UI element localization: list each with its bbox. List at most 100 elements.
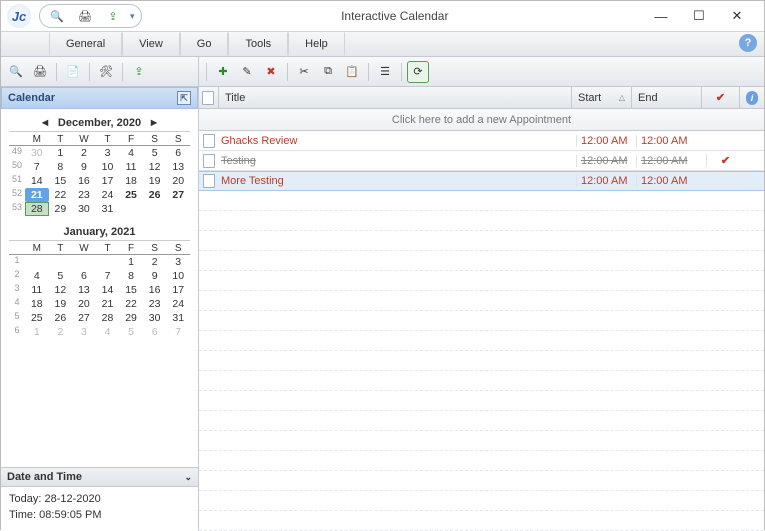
calendar-day[interactable]: 7 [25, 160, 49, 174]
column-info[interactable]: i [740, 87, 764, 108]
calendar-day[interactable]: 1 [25, 325, 49, 339]
calendar-day[interactable]: 29 [49, 202, 73, 216]
calendar-day[interactable]: 20 [166, 174, 190, 188]
calendar-day[interactable]: 19 [49, 297, 73, 311]
calendar-day[interactable]: 22 [119, 297, 143, 311]
print-icon[interactable]: 🖨 [74, 5, 96, 27]
menu-go[interactable]: Go [180, 32, 229, 56]
calendar-day[interactable]: 29 [119, 311, 143, 325]
calendar-day[interactable]: 18 [25, 297, 49, 311]
calendar-day[interactable]: 4 [96, 325, 120, 339]
calendar-day[interactable]: 3 [96, 146, 120, 160]
calendar-day[interactable]: 18 [119, 174, 143, 188]
calendar-day[interactable]: 6 [72, 269, 96, 283]
menu-view[interactable]: View [122, 32, 180, 56]
export-icon[interactable]: ⇪ [102, 5, 124, 27]
calendar-day[interactable]: 4 [119, 146, 143, 160]
calendar-day[interactable]: 9 [143, 269, 167, 283]
column-start[interactable]: Start△ [572, 87, 632, 108]
calendar-day[interactable]: 7 [166, 325, 190, 339]
calendar-day[interactable]: 15 [119, 283, 143, 297]
column-title[interactable]: Title [219, 87, 572, 108]
search-icon[interactable]: 🔍 [46, 5, 68, 27]
calendar-day[interactable]: 14 [25, 174, 49, 188]
copy-icon[interactable]: ⧉ [317, 61, 339, 83]
calendar-day[interactable]: 30 [143, 311, 167, 325]
calendar-day[interactable]: 10 [96, 160, 120, 174]
column-icon[interactable] [199, 87, 219, 108]
close-button[interactable]: ✕ [724, 6, 750, 26]
calendar-day[interactable]: 14 [96, 283, 120, 297]
calendar-day[interactable]: 7 [96, 269, 120, 283]
calendar-day[interactable]: 28 [96, 311, 120, 325]
calendar-day[interactable]: 13 [72, 283, 96, 297]
maximize-button[interactable]: ☐ [686, 6, 712, 26]
table-row[interactable]: Ghacks Review12:00 AM12:00 AM [199, 131, 764, 151]
menu-tools[interactable]: Tools [228, 32, 288, 56]
calendar-day[interactable]: 6 [143, 325, 167, 339]
calendar-day[interactable]: 30 [72, 202, 96, 216]
quick-dropdown-icon[interactable]: ▾ [130, 11, 135, 22]
calendar-day[interactable]: 2 [72, 146, 96, 160]
calendar-day[interactable]: 3 [166, 255, 190, 269]
datetime-panel-header[interactable]: Date and Time ⌄ [1, 467, 198, 487]
calendar-day[interactable]: 24 [166, 297, 190, 311]
calendar-day[interactable]: 4 [25, 269, 49, 283]
calendar-day[interactable]: 5 [119, 325, 143, 339]
calendar-day[interactable]: 12 [49, 283, 73, 297]
calendar-day[interactable]: 25 [25, 311, 49, 325]
month-label[interactable]: December, 2020 [58, 117, 141, 129]
pin-icon[interactable]: ⇱ [177, 91, 191, 105]
search-icon[interactable]: 🔍 [5, 61, 27, 83]
calendar-day[interactable]: 5 [143, 146, 167, 160]
calendar-day[interactable]: 12 [143, 160, 167, 174]
calendar-day[interactable]: 23 [143, 297, 167, 311]
paste-icon[interactable]: 📋 [341, 61, 363, 83]
calendar-day[interactable]: 21 [96, 297, 120, 311]
edit-item-icon[interactable]: ✎ [236, 61, 258, 83]
calendar-day[interactable]: 17 [96, 174, 120, 188]
calendar-day[interactable]: 1 [49, 146, 73, 160]
calendar-day[interactable]: 26 [49, 311, 73, 325]
calendar-day[interactable]: 31 [166, 311, 190, 325]
calendar-day[interactable]: 30 [25, 146, 49, 160]
calendar-day[interactable]: 10 [166, 269, 190, 283]
calendar-day[interactable]: 26 [143, 188, 167, 202]
cut-icon[interactable]: ✂ [293, 61, 315, 83]
refresh-icon[interactable]: ⟳ [407, 61, 429, 83]
calendar-day[interactable]: 8 [49, 160, 73, 174]
calendar-day[interactable]: 22 [49, 188, 73, 202]
calendar-day[interactable]: 28 [25, 202, 49, 216]
calendar-day[interactable]: 16 [72, 174, 96, 188]
calendar-day[interactable]: 11 [25, 283, 49, 297]
calendar-day[interactable]: 27 [72, 311, 96, 325]
calendar-day[interactable]: 31 [96, 202, 120, 216]
column-done[interactable]: ✔ [702, 87, 740, 108]
calendar-day[interactable]: 8 [119, 269, 143, 283]
prev-month-icon[interactable]: ◄ [38, 117, 52, 129]
calendar-day[interactable]: 13 [166, 160, 190, 174]
table-row[interactable]: More Testing12:00 AM12:00 AM [199, 171, 764, 191]
calendar-day[interactable]: 2 [143, 255, 167, 269]
new-appointment-row[interactable]: Click here to add a new Appointment [199, 109, 764, 131]
export-icon[interactable]: ⇪ [128, 61, 150, 83]
calendar-day[interactable]: 3 [72, 325, 96, 339]
calendar-day[interactable]: 20 [72, 297, 96, 311]
new-item-icon[interactable]: ✚ [212, 61, 234, 83]
calendar-day[interactable]: 9 [72, 160, 96, 174]
calendar-day[interactable]: 1 [119, 255, 143, 269]
calendar-day[interactable]: 24 [96, 188, 120, 202]
menu-help[interactable]: Help [288, 32, 345, 56]
table-row[interactable]: Testing12:00 AM12:00 AM✔ [199, 151, 764, 171]
calendar-day[interactable]: 16 [143, 283, 167, 297]
calendar-day[interactable]: 2 [49, 325, 73, 339]
month-label[interactable]: January, 2021 [64, 226, 136, 238]
calendar-day[interactable]: 27 [166, 188, 190, 202]
calendar-day[interactable]: 11 [119, 160, 143, 174]
document-icon[interactable]: 📄 [62, 61, 84, 83]
help-icon[interactable]: ? [739, 34, 757, 52]
column-end[interactable]: End [632, 87, 702, 108]
settings-icon[interactable]: 🛠 [95, 61, 117, 83]
delete-item-icon[interactable]: ✖ [260, 61, 282, 83]
calendar-day[interactable]: 21 [25, 188, 49, 202]
